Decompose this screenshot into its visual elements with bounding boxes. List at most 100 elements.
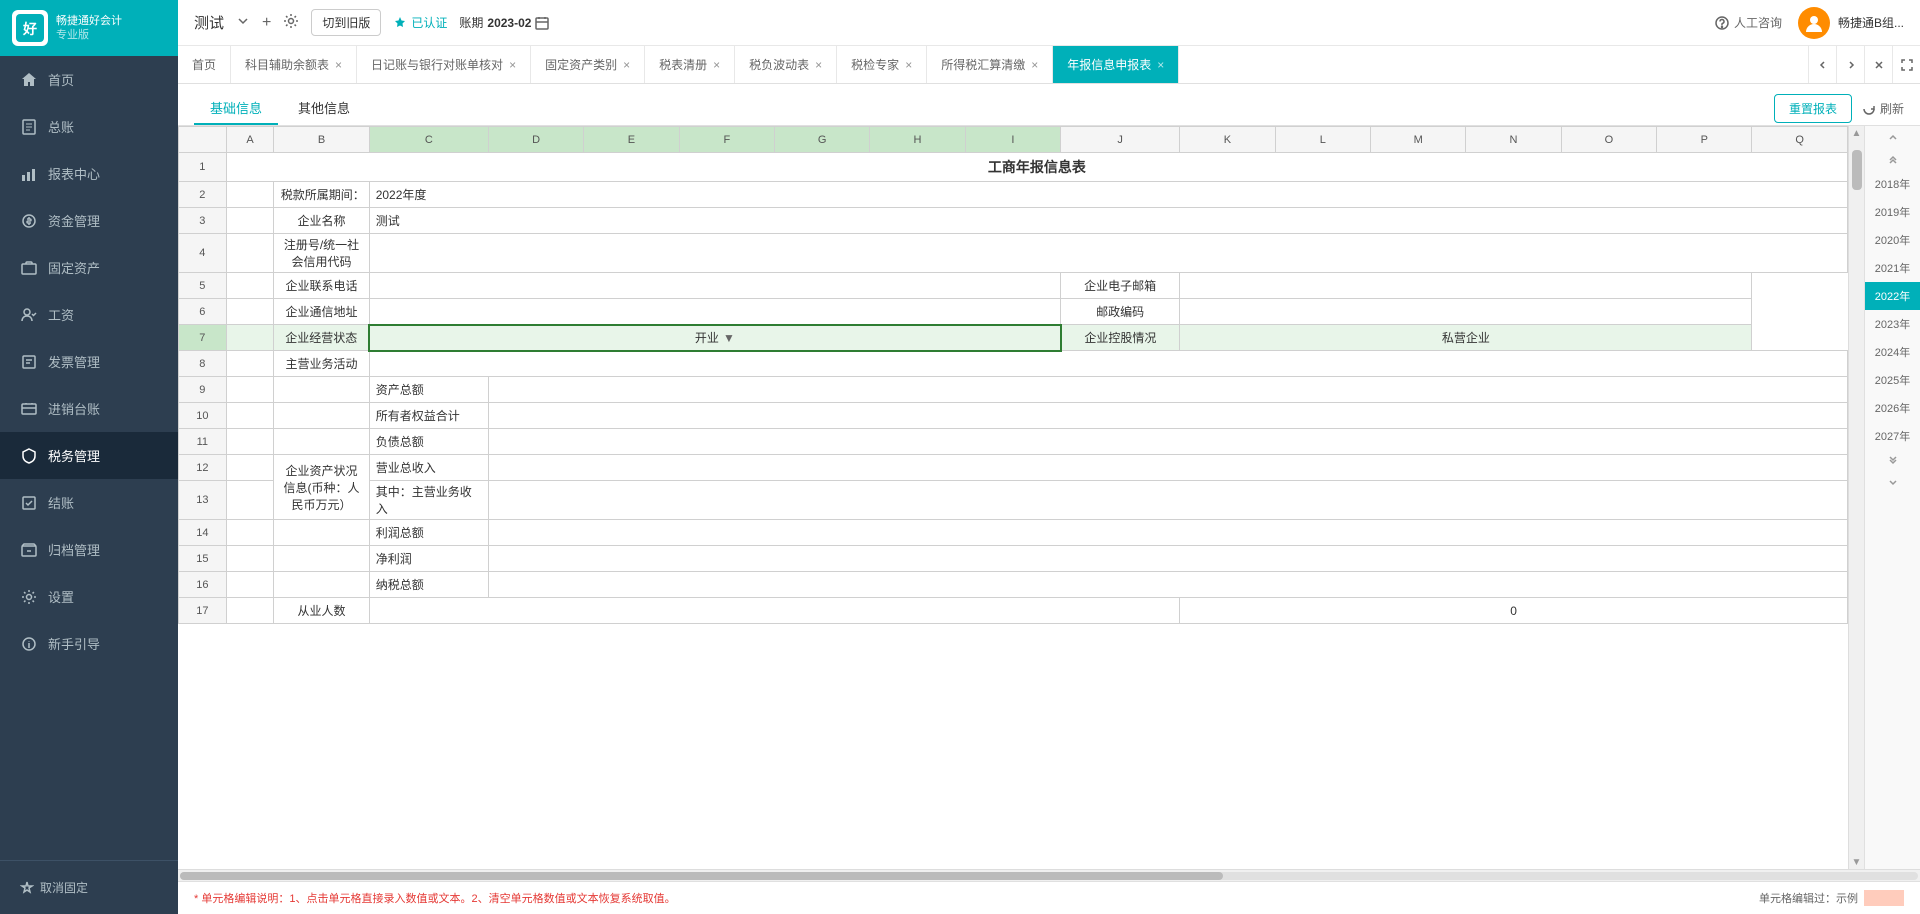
year-2023[interactable]: 2023年 xyxy=(1865,310,1920,338)
consult-btn[interactable]: 人工咨询 xyxy=(1714,14,1782,31)
cell-2-B[interactable]: 税款所属期间： xyxy=(274,182,369,208)
scroll-thumb[interactable] xyxy=(1852,150,1862,190)
cell-16-A[interactable] xyxy=(226,572,274,598)
sidebar-item-funds[interactable]: 资金管理 xyxy=(0,197,178,244)
sidebar-item-reports[interactable]: 报表中心 xyxy=(0,150,178,197)
cell-7-K[interactable]: 私营企业 xyxy=(1180,325,1752,351)
cell-4-A[interactable] xyxy=(226,234,274,273)
scroll-up-btn[interactable]: ▲ xyxy=(1849,126,1864,140)
scroll-down-btn[interactable]: ▼ xyxy=(1849,855,1864,869)
cell-7-A[interactable] xyxy=(226,325,274,351)
tab-close-tax-fluctuation[interactable]: × xyxy=(815,58,822,72)
cell-16-C[interactable]: 纳税总额 xyxy=(369,572,488,598)
unfix-button[interactable]: 取消固定 xyxy=(20,871,158,904)
tab-tax-expert[interactable]: 税检专家 × xyxy=(837,46,927,84)
tab-close-tax-clearance[interactable]: × xyxy=(713,58,720,72)
cell-14-D[interactable] xyxy=(488,520,1847,546)
year-2019[interactable]: 2019年 xyxy=(1865,198,1920,226)
cell-6-J[interactable]: 邮政编码 xyxy=(1061,299,1180,325)
cell-9-D[interactable] xyxy=(488,377,1847,403)
sidebar-item-tax[interactable]: 税务管理 xyxy=(0,432,178,479)
sidebar-item-payroll[interactable]: 工资 xyxy=(0,291,178,338)
cell-5-K[interactable] xyxy=(1180,273,1752,299)
sidebar-item-guide[interactable]: 新手引导 xyxy=(0,620,178,667)
sub-tab-basic[interactable]: 基础信息 xyxy=(194,92,278,125)
cell-15-A[interactable] xyxy=(226,546,274,572)
cell-4-C[interactable] xyxy=(369,234,1847,273)
tab-journal-bank[interactable]: 日记账与银行对账单核对 × xyxy=(357,46,531,84)
cell-9-C[interactable]: 资产总额 xyxy=(369,377,488,403)
cell-8-B[interactable]: 主营业务活动 xyxy=(274,351,369,377)
cell-8-C[interactable] xyxy=(369,351,1847,377)
sidebar-item-inventory[interactable]: 进销台账 xyxy=(0,385,178,432)
cell-5-J[interactable]: 企业电子邮箱 xyxy=(1061,273,1180,299)
topbar-settings-btn[interactable] xyxy=(283,13,299,32)
year-2024[interactable]: 2024年 xyxy=(1865,338,1920,366)
reset-report-btn[interactable]: 重置报表 xyxy=(1774,94,1852,123)
sidebar-item-home[interactable]: 首页 xyxy=(0,56,178,103)
refresh-btn[interactable]: 刷新 xyxy=(1862,100,1904,117)
horizontal-scrollbar[interactable] xyxy=(178,869,1920,881)
cell-6-K[interactable] xyxy=(1180,299,1752,325)
cell-6-B[interactable]: 企业通信地址 xyxy=(274,299,369,325)
cell-12-B-merged[interactable]: 企业资产状况信息(币种：人民币万元） xyxy=(274,455,369,520)
sub-tab-other[interactable]: 其他信息 xyxy=(282,92,366,125)
tab-close-aux-balance[interactable]: × xyxy=(335,58,342,72)
user-menu[interactable]: 畅捷通B组... xyxy=(1798,7,1904,39)
tab-tax-fluctuation[interactable]: 税负波动表 × xyxy=(735,46,837,84)
year-scroll-up2-btn[interactable] xyxy=(1877,148,1909,170)
cell-17-B[interactable]: 从业人数 xyxy=(274,598,369,624)
title-cell[interactable]: 工商年报信息表 xyxy=(226,153,1847,182)
year-2026[interactable]: 2026年 xyxy=(1865,394,1920,422)
tab-expand-btn[interactable] xyxy=(1892,46,1920,84)
year-2027[interactable]: 2027年 xyxy=(1865,422,1920,450)
sidebar-item-settings[interactable]: 设置 xyxy=(0,573,178,620)
cell-5-A[interactable] xyxy=(226,273,274,299)
year-scroll-down2-btn[interactable] xyxy=(1877,450,1909,472)
cell-16-B[interactable] xyxy=(274,572,369,598)
tab-close-journal-bank[interactable]: × xyxy=(509,58,516,72)
cell-15-B[interactable] xyxy=(274,546,369,572)
tab-prev-btn[interactable] xyxy=(1808,46,1836,84)
cell-12-C[interactable]: 营业总收入 xyxy=(369,455,488,481)
tab-next-btn[interactable] xyxy=(1836,46,1864,84)
sidebar-item-assets[interactable]: 固定资产 xyxy=(0,244,178,291)
cell-10-D[interactable] xyxy=(488,403,1847,429)
cell-11-A[interactable] xyxy=(226,429,274,455)
cell-13-A[interactable] xyxy=(226,481,274,520)
year-2022[interactable]: 2022年 xyxy=(1865,282,1920,310)
year-scroll-up-btn[interactable] xyxy=(1877,126,1909,148)
topbar-add-btn[interactable]: + xyxy=(262,14,271,32)
cell-3-A[interactable] xyxy=(226,208,274,234)
year-2020[interactable]: 2020年 xyxy=(1865,226,1920,254)
cell-10-A[interactable] xyxy=(226,403,274,429)
cell-9-A[interactable] xyxy=(226,377,274,403)
cell-8-A[interactable] xyxy=(226,351,274,377)
sidebar-item-invoice[interactable]: 发票管理 xyxy=(0,338,178,385)
cell-4-B[interactable]: 注册号/统一社会信用代码 xyxy=(274,234,369,273)
cell-17-J[interactable]: 0 xyxy=(1180,598,1848,624)
tab-fixed-assets-cat[interactable]: 固定资产类别 × xyxy=(531,46,645,84)
cell-13-D[interactable] xyxy=(488,481,1847,520)
cell-7-B[interactable]: 企业经营状态 xyxy=(274,325,369,351)
cell-12-A[interactable] xyxy=(226,455,274,481)
cell-10-C[interactable]: 所有者权益合计 xyxy=(369,403,488,429)
tab-close-all-btn[interactable] xyxy=(1864,46,1892,84)
cell-15-C[interactable]: 净利润 xyxy=(369,546,488,572)
tab-tax-clearance[interactable]: 税表清册 × xyxy=(645,46,735,84)
cell-2-A[interactable] xyxy=(226,182,274,208)
topbar-dropdown-btn[interactable] xyxy=(236,14,250,31)
cell-17-C[interactable] xyxy=(369,598,1180,624)
year-2025[interactable]: 2025年 xyxy=(1865,366,1920,394)
cell-2-C[interactable]: 2022年度 xyxy=(369,182,1847,208)
year-scroll-down-btn[interactable] xyxy=(1877,472,1909,494)
tab-income-tax[interactable]: 所得税汇算清缴 × xyxy=(927,46,1053,84)
cell-10-B[interactable] xyxy=(274,403,369,429)
sidebar-item-archive[interactable]: 归档管理 xyxy=(0,526,178,573)
cell-3-C[interactable]: 测试 xyxy=(369,208,1847,234)
tab-aux-balance[interactable]: 科目辅助余额表 × xyxy=(231,46,357,84)
vertical-scrollbar[interactable]: ▲ ▼ xyxy=(1848,126,1864,869)
cell-15-D[interactable] xyxy=(488,546,1847,572)
year-2018[interactable]: 2018年 xyxy=(1865,170,1920,198)
cell-5-B[interactable]: 企业联系电话 xyxy=(274,273,369,299)
